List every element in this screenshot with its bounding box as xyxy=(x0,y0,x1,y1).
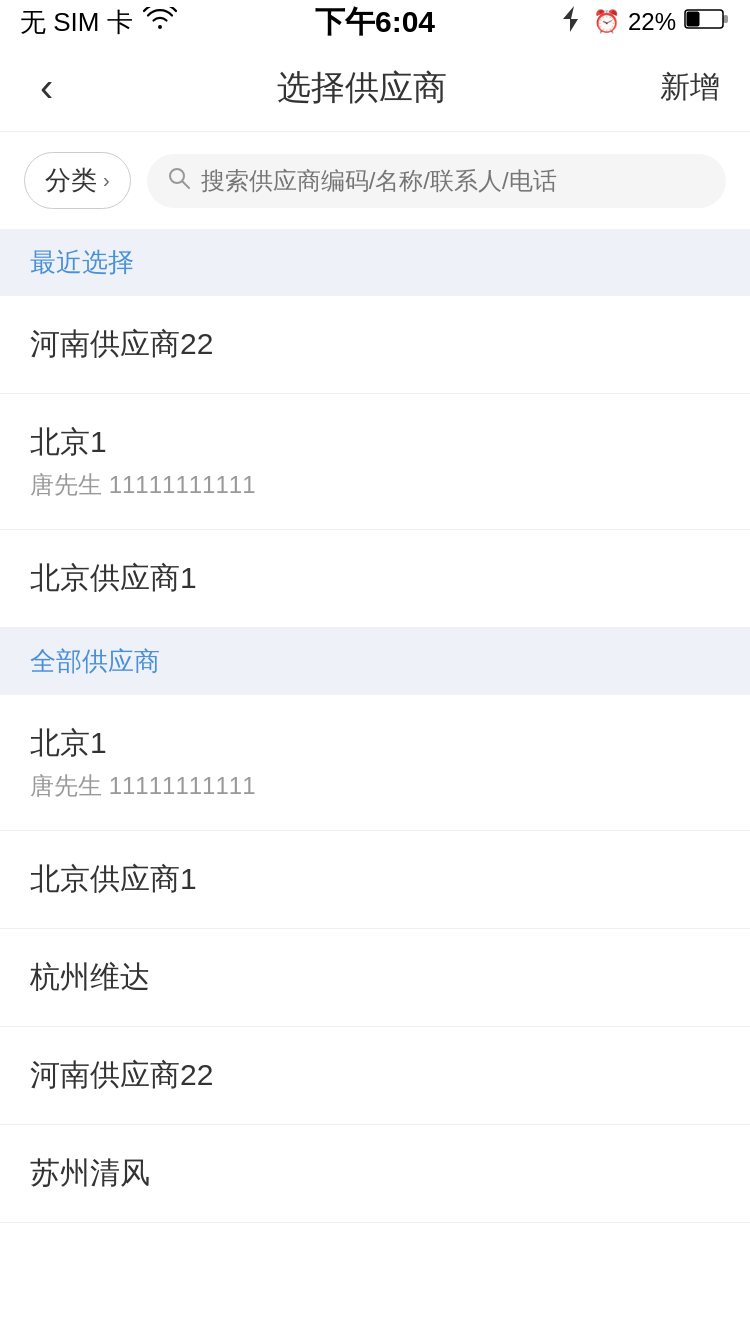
search-icon xyxy=(167,166,191,196)
recent-section-header: 最近选择 xyxy=(0,229,750,296)
recent-list: 河南供应商22 北京1 唐先生 11111111111 北京供应商1 xyxy=(0,296,750,628)
svg-rect-2 xyxy=(723,15,728,23)
category-button[interactable]: 分类 › xyxy=(24,152,131,209)
filter-bar: 分类 › xyxy=(0,132,750,229)
page-title: 选择供应商 xyxy=(277,65,447,111)
list-item[interactable]: 北京1 唐先生 11111111111 xyxy=(0,695,750,831)
location-icon xyxy=(563,6,585,38)
list-item[interactable]: 北京供应商1 xyxy=(0,831,750,929)
status-left: 无 SIM 卡 xyxy=(20,5,177,40)
status-right: ⏰ 22% xyxy=(563,6,730,38)
chevron-right-icon: › xyxy=(103,169,110,192)
search-input[interactable] xyxy=(201,167,706,195)
status-bar: 无 SIM 卡 下午6:04 ⏰ 22% xyxy=(0,0,750,44)
item-name: 北京供应商1 xyxy=(30,558,720,599)
alarm-icon: ⏰ xyxy=(593,9,620,35)
list-item[interactable]: 河南供应商22 xyxy=(0,1027,750,1125)
item-name: 河南供应商22 xyxy=(30,1055,720,1096)
item-name: 杭州维达 xyxy=(30,957,720,998)
item-sub: 唐先生 11111111111 xyxy=(30,469,720,501)
battery-label: 22% xyxy=(628,8,676,36)
all-list: 北京1 唐先生 11111111111 北京供应商1 杭州维达 河南供应商22 苏… xyxy=(0,695,750,1223)
search-box xyxy=(147,154,726,208)
wifi-icon xyxy=(143,7,177,38)
item-name: 河南供应商22 xyxy=(30,324,720,365)
svg-line-4 xyxy=(182,181,189,188)
nav-bar: ‹ 选择供应商 新增 xyxy=(0,44,750,132)
item-name: 北京1 xyxy=(30,422,720,463)
category-label: 分类 xyxy=(45,163,97,198)
svg-rect-1 xyxy=(687,12,700,27)
item-sub: 唐先生 11111111111 xyxy=(30,770,720,802)
item-name: 苏州清风 xyxy=(30,1153,720,1194)
carrier-label: 无 SIM 卡 xyxy=(20,5,133,40)
list-item[interactable]: 苏州清风 xyxy=(0,1125,750,1223)
all-section-label: 全部供应商 xyxy=(30,646,160,676)
recent-section-label: 最近选择 xyxy=(30,247,134,277)
battery-icon xyxy=(684,7,730,37)
list-item[interactable]: 杭州维达 xyxy=(0,929,750,1027)
list-item[interactable]: 河南供应商22 xyxy=(0,296,750,394)
list-item[interactable]: 北京供应商1 xyxy=(0,530,750,628)
list-item[interactable]: 北京1 唐先生 11111111111 xyxy=(0,394,750,530)
all-section-header: 全部供应商 xyxy=(0,628,750,695)
add-button[interactable]: 新增 xyxy=(660,67,720,108)
item-name: 北京供应商1 xyxy=(30,859,720,900)
item-name: 北京1 xyxy=(30,723,720,764)
status-time: 下午6:04 xyxy=(315,2,435,43)
back-button[interactable]: ‹ xyxy=(30,55,63,120)
